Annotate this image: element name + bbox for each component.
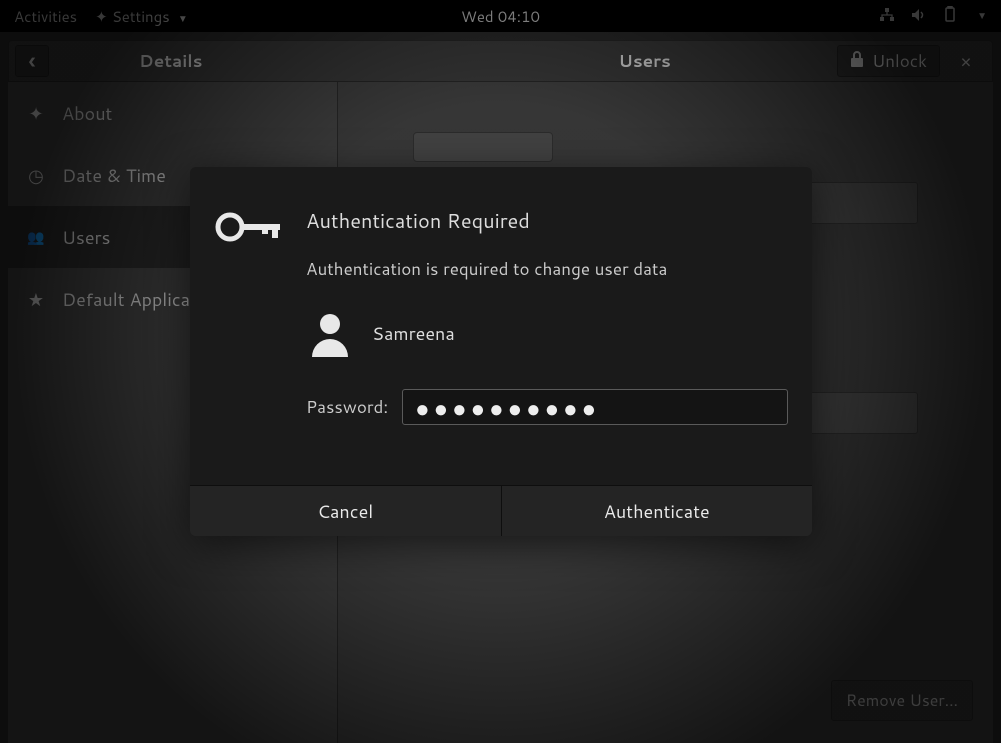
auth-description: Authentication is required to change use… xyxy=(306,257,788,281)
password-row: Password: ●●●●●●●●●● xyxy=(306,389,788,425)
sidebar-item-label: About xyxy=(62,100,112,126)
close-icon: × xyxy=(960,48,971,74)
gnome-topbar: Activities ✦ Settings ▼ Wed 04:10 ▼ xyxy=(0,0,1001,32)
network-icon[interactable] xyxy=(879,6,895,27)
auth-title: Authentication Required xyxy=(306,207,788,235)
volume-icon[interactable] xyxy=(911,6,927,27)
sidebar-item-label: Date & Time xyxy=(62,162,166,188)
unlock-button[interactable]: Unlock xyxy=(837,45,940,77)
clock[interactable]: Wed 04:10 xyxy=(461,6,540,27)
clock-icon: ◷ xyxy=(26,162,46,188)
star-icon: ★ xyxy=(26,286,46,312)
password-label: Password: xyxy=(306,395,388,419)
users-icon: 👥 xyxy=(26,227,46,247)
system-menu-chevron-icon[interactable]: ▼ xyxy=(973,9,987,23)
cancel-button[interactable]: Cancel xyxy=(190,486,501,536)
remove-user-label: Remove User... xyxy=(846,689,958,712)
user-avatar-placeholder xyxy=(413,132,553,162)
window-header: ‹ Details Users Unlock × xyxy=(8,40,993,82)
lock-icon xyxy=(850,49,864,73)
activities-button[interactable]: Activities xyxy=(14,6,77,27)
auth-dialog: Authentication Required Authentication i… xyxy=(190,167,812,536)
header-title-details: Details xyxy=(139,49,202,73)
authenticate-button[interactable]: Authenticate xyxy=(501,486,813,536)
avatar-icon xyxy=(306,309,354,357)
about-icon: ✦ xyxy=(26,100,46,126)
back-button[interactable]: ‹ xyxy=(15,45,49,77)
unlock-label: Unlock xyxy=(872,49,927,73)
auth-user-name: Samreena xyxy=(372,320,455,346)
password-input[interactable]: ●●●●●●●●●● xyxy=(402,389,788,425)
header-title-section: Users xyxy=(618,49,670,73)
app-menu-label: Settings xyxy=(112,6,170,27)
auth-dialog-buttons: Cancel Authenticate xyxy=(190,485,812,536)
chevron-left-icon: ‹ xyxy=(29,46,36,77)
chevron-down-icon: ▼ xyxy=(174,12,188,26)
app-menu[interactable]: ✦ Settings ▼ xyxy=(95,6,188,27)
close-button[interactable]: × xyxy=(952,47,980,75)
auth-user-row: Samreena xyxy=(306,309,788,357)
remove-user-button[interactable]: Remove User... xyxy=(831,680,973,721)
sidebar-item-about[interactable]: ✦ About xyxy=(8,82,337,144)
settings-icon: ✦ xyxy=(95,6,108,27)
sidebar-item-label: Users xyxy=(62,224,111,250)
battery-icon[interactable] xyxy=(943,6,957,27)
key-icon xyxy=(214,207,282,425)
